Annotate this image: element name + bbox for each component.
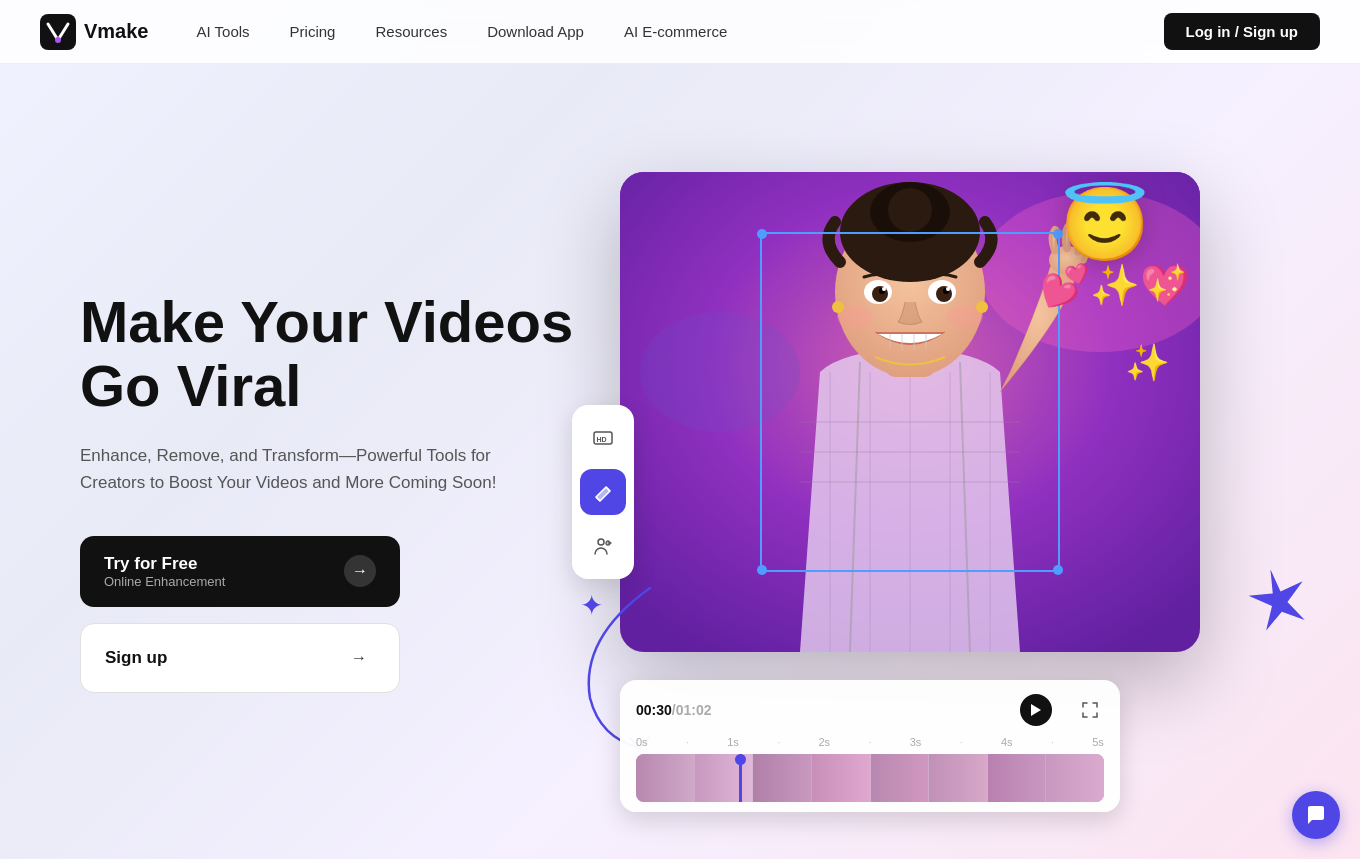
hd-tool-button[interactable]: HD <box>580 415 626 461</box>
nav-link-ai-tools[interactable]: AI Tools <box>197 23 250 40</box>
try-for-free-button[interactable]: Try for Free Online Enhancement → <box>80 536 400 607</box>
hero-section: Make Your Videos Go Viral Enhance, Remov… <box>0 64 1360 859</box>
svg-point-1 <box>55 37 61 43</box>
svg-point-21 <box>946 287 950 291</box>
total-time-value: 01:02 <box>676 702 712 718</box>
hero-content: Make Your Videos Go Viral Enhance, Remov… <box>80 290 580 693</box>
try-for-free-text: Try for Free Online Enhancement <box>104 554 225 589</box>
main-video-card: 😇 💕✨💖 ✨ <box>620 172 1200 652</box>
frame-cell-4 <box>812 754 871 802</box>
svg-point-8 <box>640 312 800 432</box>
chat-icon <box>1305 804 1327 826</box>
frame-cell-7 <box>988 754 1047 802</box>
timeline-ruler: 0s · 1s · 2s · 3s · 4s · 5s <box>636 736 1104 748</box>
login-signup-button[interactable]: Log in / Sign up <box>1164 13 1320 50</box>
svg-rect-0 <box>40 14 76 50</box>
try-free-arrow-icon: → <box>344 555 376 587</box>
nav-links: AI Tools Pricing Resources Download App … <box>197 23 1164 40</box>
time-current: 00:30/01:02 <box>636 702 712 718</box>
fullscreen-button[interactable] <box>1076 696 1104 724</box>
try-for-free-label: Try for Free <box>104 554 225 574</box>
svg-point-25 <box>976 301 988 313</box>
nav-link-resources[interactable]: Resources <box>375 23 447 40</box>
nav-link-pricing[interactable]: Pricing <box>290 23 336 40</box>
svg-point-20 <box>882 287 886 291</box>
sign-up-label: Sign up <box>105 648 167 668</box>
current-time-value: 00:30 <box>636 702 672 718</box>
ruler-5s: 5s <box>1092 736 1104 748</box>
angel-emoji: 😇 <box>1060 182 1150 267</box>
person-icon <box>592 535 614 557</box>
brand-logo[interactable]: Vmake <box>40 14 149 50</box>
star-svg <box>1241 561 1314 634</box>
frame-cell-6 <box>929 754 988 802</box>
nav-link-download-app[interactable]: Download App <box>487 23 584 40</box>
chat-support-button[interactable] <box>1292 791 1340 839</box>
hd-icon: HD <box>592 427 614 449</box>
svg-point-24 <box>832 301 844 313</box>
navbar: Vmake AI Tools Pricing Resources Downloa… <box>0 0 1360 64</box>
svg-text:HD: HD <box>597 436 607 443</box>
ruler-4s: 4s <box>1001 736 1013 748</box>
vmake-logo-icon <box>40 14 76 50</box>
sign-up-arrow-icon: → <box>343 642 375 674</box>
frame-cell-8 <box>1046 754 1104 802</box>
timeline-frames <box>636 754 1104 802</box>
frame-cell-5 <box>871 754 930 802</box>
nav-link-ai-ecommerce[interactable]: AI E-commerce <box>624 23 727 40</box>
hearts-emoji: 💕✨💖 <box>1040 262 1190 309</box>
hero-title-line2: Go Viral <box>80 353 301 418</box>
ruler-3s: 3s <box>910 736 922 748</box>
hero-title: Make Your Videos Go Viral <box>80 290 580 418</box>
frame-cell-1 <box>636 754 695 802</box>
play-icon <box>1030 703 1042 717</box>
brand-name: Vmake <box>84 20 149 43</box>
ruler-0s: 0s <box>636 736 648 748</box>
ruler-2s: 2s <box>819 736 831 748</box>
svg-point-4 <box>598 539 604 545</box>
hero-title-line1: Make Your Videos <box>80 289 573 354</box>
timeline-strip[interactable] <box>636 754 1104 802</box>
svg-point-13 <box>888 188 932 232</box>
online-enhancement-label: Online Enhancement <box>104 574 225 589</box>
blue-star-decoration <box>1241 561 1318 648</box>
eraser-tool-button[interactable] <box>580 469 626 515</box>
playhead[interactable] <box>739 754 742 802</box>
sparkle-star-emoji: ✨ <box>1125 342 1170 384</box>
hero-visual: ✦ ✦ HD <box>560 142 1280 842</box>
timeline-controls: 00:30/01:02 <box>636 694 1104 726</box>
frame-cell-3 <box>753 754 812 802</box>
ruler-1s: 1s <box>727 736 739 748</box>
play-button[interactable] <box>1020 694 1052 726</box>
hero-subtitle: Enhance, Remove, and Transform—Powerful … <box>80 442 500 496</box>
video-toolbar: HD <box>572 405 634 579</box>
fullscreen-icon <box>1081 701 1099 719</box>
person-tool-button[interactable] <box>580 523 626 569</box>
sign-up-button[interactable]: Sign up → <box>80 623 400 693</box>
eraser-icon <box>592 481 614 503</box>
video-timeline-card: 00:30/01:02 <box>620 680 1120 812</box>
